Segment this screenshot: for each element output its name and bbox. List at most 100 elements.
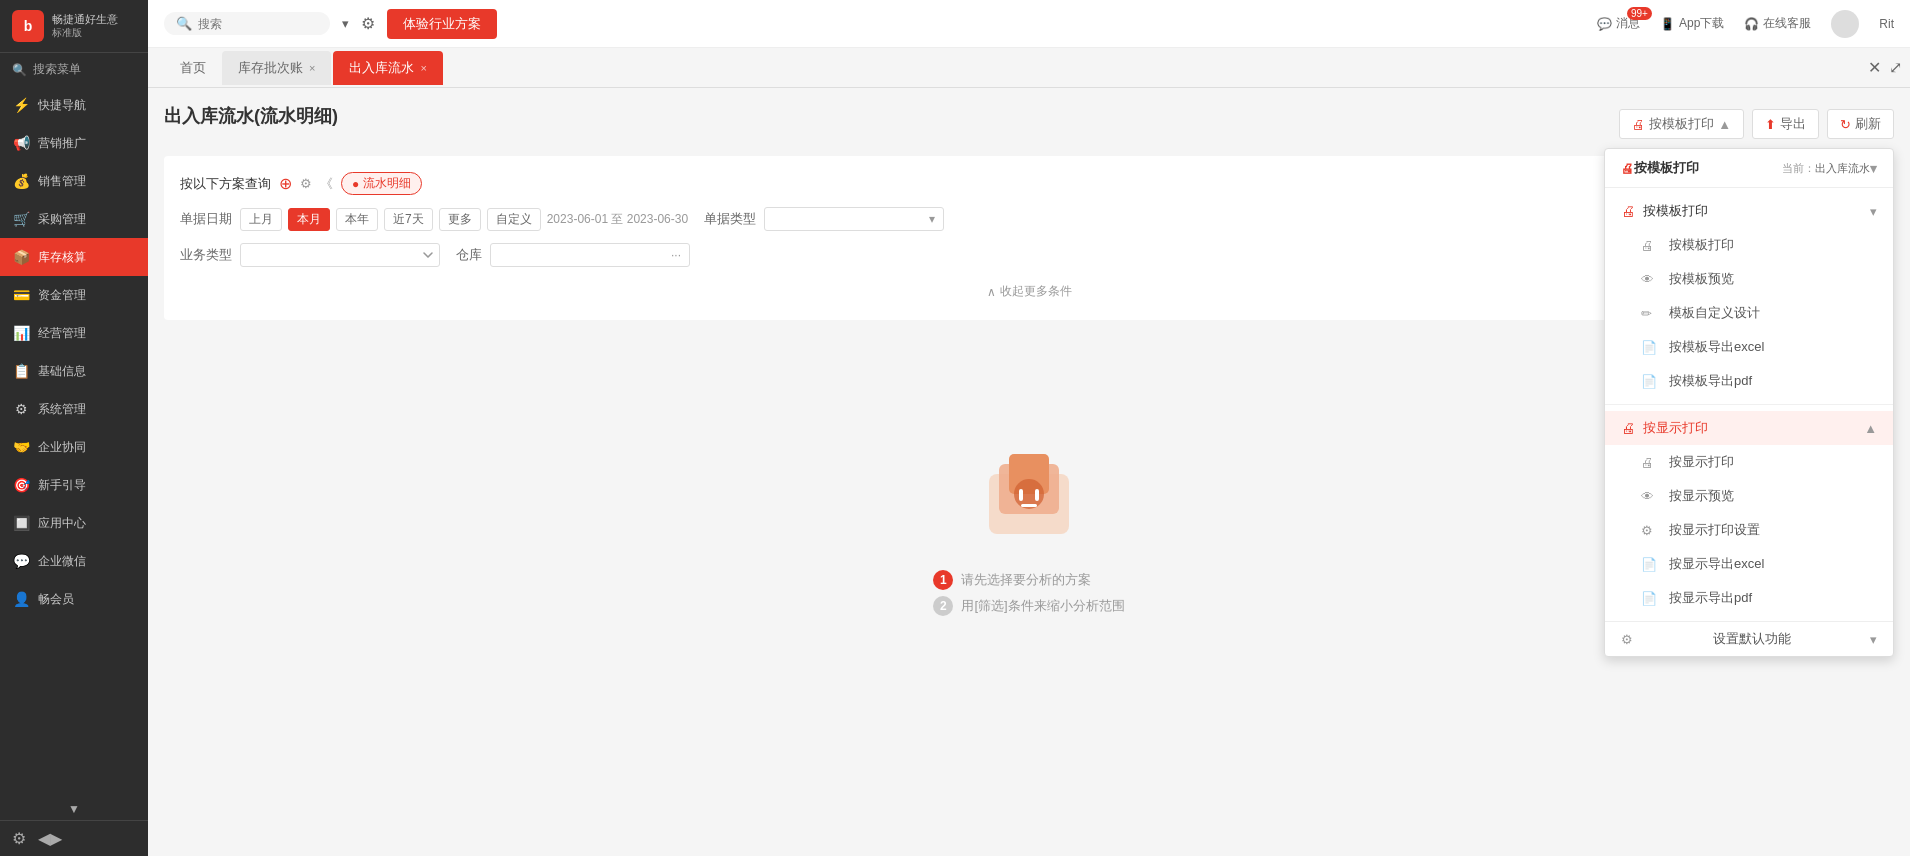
date-btn-custom[interactable]: 自定义 (487, 208, 541, 231)
sidebar-item-inventory[interactable]: 📦 库存核算 (0, 238, 148, 276)
online-service-btn[interactable]: 🎧 在线客服 (1744, 15, 1811, 32)
filter-collapse-icon[interactable]: 《 (320, 175, 333, 193)
empty-step-2: 2 用[筛选]条件来缩小分析范围 (933, 596, 1124, 616)
display-settings-icon: ⚙ (1641, 523, 1659, 538)
username: Rit (1879, 17, 1894, 31)
sidebar-item-app-center[interactable]: 🔲 应用中心 (0, 504, 148, 542)
app-logo: b 畅捷通好生意 标准版 (0, 0, 148, 53)
settings-icon[interactable]: ⚙ (12, 829, 26, 848)
date-btn-more[interactable]: 更多 (439, 208, 481, 231)
date-range: 2023-06-01 至 2023-06-30 (547, 211, 688, 228)
date-btn-this-year[interactable]: 本年 (336, 208, 378, 231)
template-print-icon: 🖨 (1621, 203, 1635, 219)
filter-gear-icon[interactable]: ⚙ (300, 176, 312, 191)
sidebar-item-member[interactable]: 👤 畅会员 (0, 580, 148, 618)
action-buttons: 🖨 按模板打印 ▲ ⬆ 导出 ↻ 刷新 (1619, 109, 1894, 139)
empty-steps: 1 请先选择要分析的方案 2 用[筛选]条件来缩小分析范围 (933, 570, 1124, 616)
warehouse-label: 仓库 (456, 246, 482, 264)
collapse-sidebar-icon[interactable]: ◀▶ (38, 829, 62, 848)
system-icon: ⚙ (12, 400, 30, 418)
sidebar-item-purchase[interactable]: 🛒 采购管理 (0, 200, 148, 238)
search-input[interactable] (198, 17, 318, 31)
window-close-icon[interactable]: ✕ (1868, 58, 1881, 77)
sidebar-item-marketing[interactable]: 📢 营销推广 (0, 124, 148, 162)
dropdown-item-template-design[interactable]: ✏ 模板自定义设计 (1605, 296, 1893, 330)
search-menu[interactable]: 🔍 搜索菜单 (0, 53, 148, 86)
template-print-header[interactable]: 🖨 按模板打印 ▾ (1605, 194, 1893, 228)
dropdown-item-display-pdf[interactable]: 📄 按显示导出pdf (1605, 581, 1893, 615)
sidebar-item-sales[interactable]: 💰 销售管理 (0, 162, 148, 200)
tab-close-inventory-batch[interactable]: × (309, 62, 315, 74)
industry-btn[interactable]: 体验行业方案 (387, 9, 497, 39)
design-item-icon: ✏ (1641, 306, 1659, 321)
dropdown-item-template-excel[interactable]: 📄 按模板导出excel (1605, 330, 1893, 364)
page-content: 出入库流水(流水明细) 🖨 按模板打印 ▲ ⬆ 导出 ↻ 刷新 (148, 88, 1910, 856)
sidebar-item-system[interactable]: ⚙ 系统管理 (0, 390, 148, 428)
sidebar-item-operation[interactable]: 📊 经营管理 (0, 314, 148, 352)
dropdown-item-display-print[interactable]: 🖨 按显示打印 (1605, 445, 1893, 479)
search-icon: 🔍 (176, 16, 192, 31)
date-btn-this-month[interactable]: 本月 (288, 208, 330, 231)
tab-inventory-batch[interactable]: 库存批次账 × (222, 51, 331, 85)
user-avatar[interactable] (1831, 10, 1859, 38)
dropdown-item-display-settings[interactable]: ⚙ 按显示打印设置 (1605, 513, 1893, 547)
dropdown-footer[interactable]: ⚙ 设置默认功能 ▾ (1605, 621, 1893, 656)
doc-type-select[interactable]: ▾ (764, 207, 944, 231)
sidebar-item-wechat[interactable]: 💬 企业微信 (0, 542, 148, 580)
date-btn-last-month[interactable]: 上月 (240, 208, 282, 231)
sidebar-item-quick-nav[interactable]: ⚡ 快捷导航 (0, 86, 148, 124)
export-btn[interactable]: ⬆ 导出 (1752, 109, 1819, 139)
search-icon: 🔍 (12, 63, 27, 77)
tab-flow[interactable]: 出入库流水 × (333, 51, 442, 85)
dropdown-item-template-preview[interactable]: 👁 按模板预览 (1605, 262, 1893, 296)
svg-rect-5 (1035, 489, 1039, 501)
display-excel-icon: 📄 (1641, 557, 1659, 572)
filter-add-btn[interactable]: ⊕ (279, 174, 292, 193)
date-filter-item: 单据日期 上月 本月 本年 近7天 更多 自定义 2023-06-01 至 20… (180, 208, 688, 231)
dropdown-item-display-preview[interactable]: 👁 按显示预览 (1605, 479, 1893, 513)
tab-close-flow[interactable]: × (420, 62, 426, 74)
warehouse-more-icon[interactable]: ··· (671, 248, 681, 262)
biz-type-select[interactable] (240, 243, 440, 267)
guide-icon: 🎯 (12, 476, 30, 494)
sidebar-item-finance[interactable]: 💳 资金管理 (0, 276, 148, 314)
search-dropdown-icon[interactable]: ▾ (342, 16, 349, 31)
sidebar-item-basic[interactable]: 📋 基础信息 (0, 352, 148, 390)
collapse-btn[interactable]: ∧ 收起更多条件 (975, 279, 1084, 304)
dropdown-item-display-excel[interactable]: 📄 按显示导出excel (1605, 547, 1893, 581)
topbar-gear-icon[interactable]: ⚙ (361, 14, 375, 33)
doc-type-dropdown-icon: ▾ (929, 212, 935, 226)
wechat-icon: 💬 (12, 552, 30, 570)
app-download-btn[interactable]: 📱 App下载 (1660, 15, 1724, 32)
date-btn-7days[interactable]: 近7天 (384, 208, 433, 231)
display-print-label: 按显示打印 (1643, 419, 1856, 437)
tab-home[interactable]: 首页 (164, 51, 222, 85)
filter-tag-icon: ● (352, 177, 359, 191)
warehouse-filter: 仓库 ··· (456, 243, 690, 267)
refresh-btn[interactable]: ↻ 刷新 (1827, 109, 1894, 139)
display-print-collapse-icon: ▲ (1864, 421, 1877, 436)
main-content: 🔍 ▾ ⚙ 体验行业方案 💬 消息 99+ 📱 App下载 🎧 在线客服 Rit (148, 0, 1910, 856)
empty-step-1: 1 请先选择要分析的方案 (933, 570, 1124, 590)
filter-tag-flow[interactable]: ● 流水明细 (341, 172, 422, 195)
topbar-search[interactable]: 🔍 (164, 12, 330, 35)
marketing-icon: 📢 (12, 134, 30, 152)
export-icon: ⬆ (1765, 117, 1776, 132)
warehouse-select[interactable]: ··· (490, 243, 690, 267)
print-template-btn[interactable]: 🖨 按模板打印 ▲ (1619, 109, 1744, 139)
sidebar-scroll-down[interactable]: ▼ (0, 798, 148, 820)
biz-type-filter: 业务类型 (180, 243, 440, 267)
sidebar-item-guide[interactable]: 🎯 新手引导 (0, 466, 148, 504)
message-btn[interactable]: 💬 消息 99+ (1597, 15, 1640, 32)
dropdown-item-template-print[interactable]: 🖨 按模板打印 (1605, 228, 1893, 262)
dropdown-arrow-up[interactable]: ▾ (1870, 161, 1877, 176)
logo-text: 畅捷通好生意 标准版 (52, 12, 118, 40)
chevron-down-icon: ▼ (68, 802, 80, 816)
collapse-icon: ∧ (987, 285, 996, 299)
dropdown-item-template-pdf[interactable]: 📄 按模板导出pdf (1605, 364, 1893, 398)
display-print-header[interactable]: 🖨 按显示打印 ▲ (1605, 411, 1893, 445)
sales-icon: 💰 (12, 172, 30, 190)
print-dropdown-arrow[interactable]: ▲ (1718, 117, 1731, 132)
sidebar-item-corp[interactable]: 🤝 企业协同 (0, 428, 148, 466)
window-maximize-icon[interactable]: ⤢ (1889, 58, 1902, 77)
